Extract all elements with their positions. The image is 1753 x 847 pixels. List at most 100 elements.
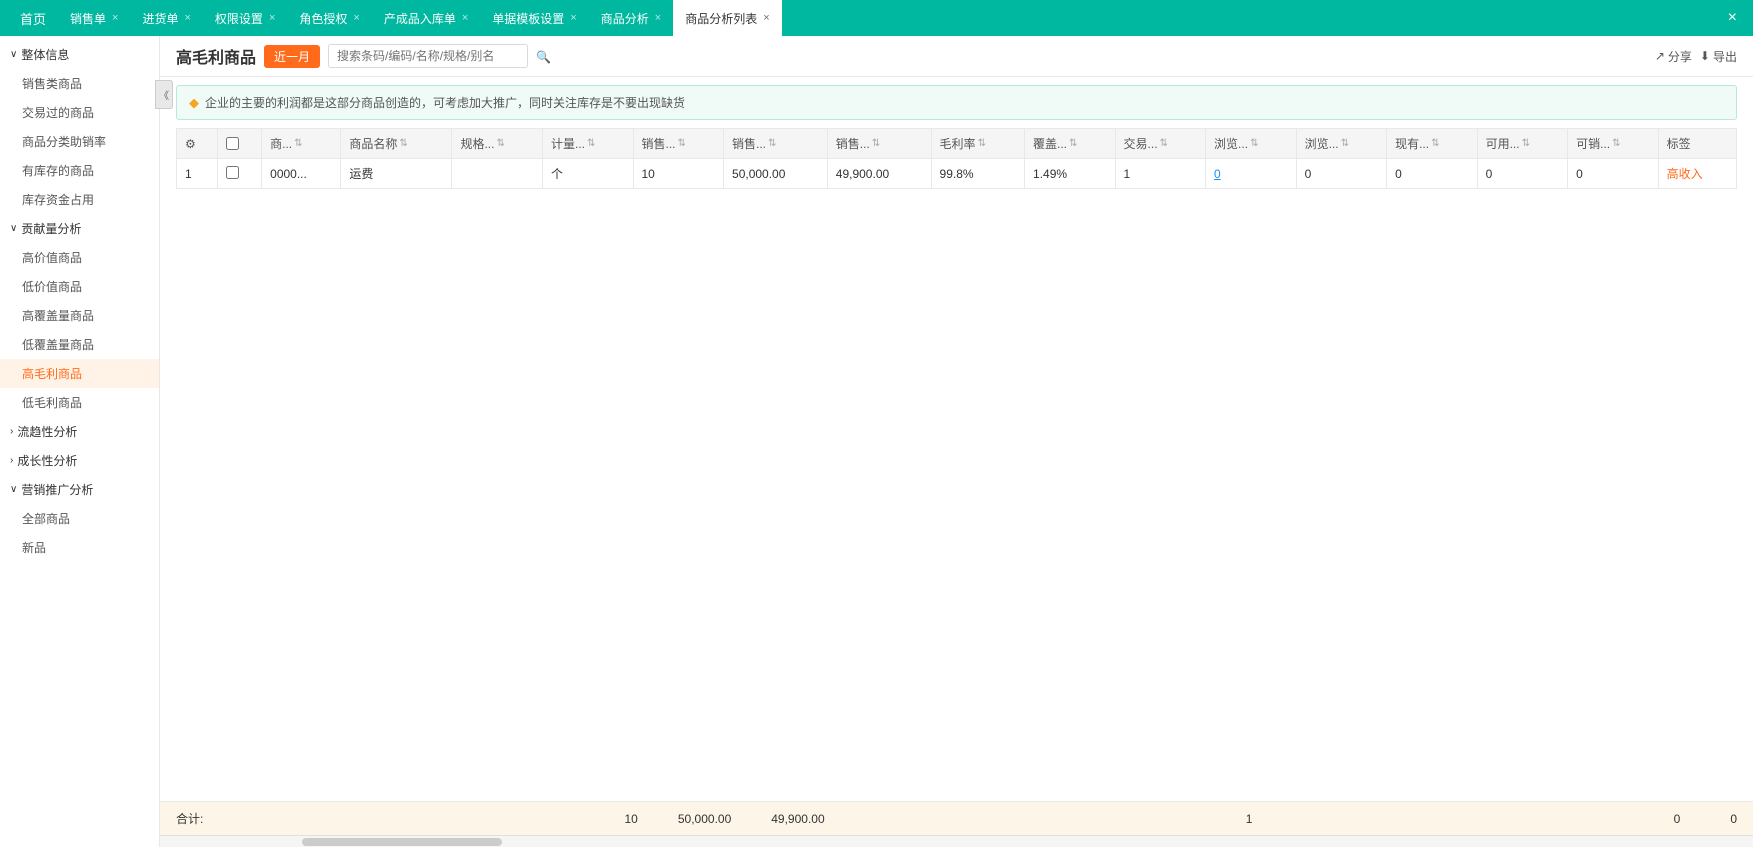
col-header-coverage[interactable]: 覆盖... ⇅ [1025, 129, 1116, 159]
gear-icon: ⚙ [185, 137, 196, 151]
close-sales-order[interactable]: × [112, 12, 118, 24]
sort-icon-sale-stock[interactable]: ⇅ [1612, 138, 1620, 149]
nav-home[interactable]: 首页 [8, 0, 58, 36]
search-input[interactable] [328, 44, 528, 68]
summary-sale-amt: 50,000.00 [678, 812, 731, 826]
sort-icon-code[interactable]: ⇅ [294, 138, 302, 149]
nav-role-auth[interactable]: 角色授权 × [287, 0, 371, 36]
view1-link[interactable]: 0 [1214, 167, 1221, 181]
col-header-checkbox[interactable] [217, 129, 261, 159]
close-purchase-order[interactable]: × [184, 12, 190, 24]
summary-trade-count: 1 [1246, 812, 1253, 826]
export-icon: ⬇ [1700, 49, 1710, 63]
close-all-tabs[interactable]: × [1720, 9, 1745, 27]
sort-icon-current-stock[interactable]: ⇅ [1431, 138, 1439, 149]
sidebar-item-sales-goods[interactable]: 销售类商品 [0, 69, 159, 98]
close-product-inbound[interactable]: × [462, 12, 468, 24]
close-product-analysis-list[interactable]: × [763, 12, 769, 24]
nav-product-analysis-list[interactable]: 商品分析列表 × [673, 0, 781, 36]
sidebar-item-low-value[interactable]: 低价值商品 [0, 272, 159, 301]
row-checkbox[interactable] [226, 166, 239, 179]
col-header-code[interactable]: 商... ⇅ [262, 129, 341, 159]
col-header-gear[interactable]: ⚙ [177, 129, 218, 159]
close-product-analysis[interactable]: × [655, 12, 661, 24]
sort-icon-sale-qty[interactable]: ⇅ [678, 138, 686, 149]
col-header-trade-count[interactable]: 交易... ⇅ [1115, 129, 1206, 159]
sort-icon-unit[interactable]: ⇅ [587, 138, 595, 149]
col-header-name[interactable]: 商品名称 ⇅ [341, 129, 452, 159]
col-header-spec[interactable]: 规格... ⇅ [452, 129, 543, 159]
sort-icon-sale-amt[interactable]: ⇅ [768, 138, 776, 149]
search-button[interactable]: 🔍 [536, 48, 551, 64]
share-button[interactable]: ↗ 分享 [1655, 48, 1692, 65]
sidebar-section-overview[interactable]: ∨ 整体信息 [0, 40, 159, 69]
sidebar-item-all-goods[interactable]: 全部商品 [0, 504, 159, 533]
search-icon: 🔍 [536, 50, 551, 64]
sort-icon-avail-stock[interactable]: ⇅ [1522, 138, 1530, 149]
horizontal-scrollbar[interactable] [160, 835, 1753, 847]
nav-voucher-template[interactable]: 单据模板设置 × [480, 0, 588, 36]
col-header-view2[interactable]: 浏览... ⇅ [1296, 129, 1387, 159]
nav-product-inbound[interactable]: 产成品入库单 × [372, 0, 480, 36]
close-voucher-template[interactable]: × [570, 12, 576, 24]
scrollbar-thumb[interactable] [302, 838, 502, 846]
cell-sale-stock: 0 [1568, 159, 1659, 189]
sidebar-item-high-value[interactable]: 高价值商品 [0, 243, 159, 272]
cell-coverage: 1.49% [1025, 159, 1116, 189]
sort-icon-gross-margin[interactable]: ⇅ [978, 138, 986, 149]
sidebar-item-traded-goods[interactable]: 交易过的商品 [0, 98, 159, 127]
table-container[interactable]: ⚙ 商... ⇅ [160, 128, 1753, 801]
sort-icon-sale-profit[interactable]: ⇅ [872, 138, 880, 149]
sort-icon-view2[interactable]: ⇅ [1341, 138, 1349, 149]
page-title: 高毛利商品 [176, 44, 256, 68]
close-role-auth[interactable]: × [353, 12, 359, 24]
col-header-gross-margin[interactable]: 毛利率 ⇅ [931, 129, 1024, 159]
sort-icon-trade[interactable]: ⇅ [1160, 138, 1168, 149]
arrow-down-icon-2: ∨ [10, 223, 17, 234]
col-header-sale-qty[interactable]: 销售... ⇅ [633, 129, 724, 159]
sidebar-item-high-coverage[interactable]: 高覆盖量商品 [0, 301, 159, 330]
sort-icon-coverage[interactable]: ⇅ [1069, 138, 1077, 149]
nav-permission-settings[interactable]: 权限设置 × [203, 0, 287, 36]
col-header-sale-stock[interactable]: 可销... ⇅ [1568, 129, 1659, 159]
cell-tag: 高收入 [1658, 159, 1736, 189]
cell-current-stock: 0 [1387, 159, 1478, 189]
close-permission-settings[interactable]: × [269, 12, 275, 24]
nav-sales-order[interactable]: 销售单 × [58, 0, 130, 36]
sidebar-item-new-goods[interactable]: 新品 [0, 533, 159, 562]
col-header-view1[interactable]: 浏览... ⇅ [1206, 129, 1297, 159]
sidebar-section-marketing[interactable]: ∨ 营销推广分析 [0, 475, 159, 504]
export-button[interactable]: ⬇ 导出 [1700, 48, 1737, 65]
cell-checkbox[interactable] [217, 159, 261, 189]
sidebar-section-trend[interactable]: › 流趋性分析 [0, 417, 159, 446]
select-all-checkbox[interactable] [226, 137, 239, 150]
sidebar-item-category-rate[interactable]: 商品分类助销率 [0, 127, 159, 156]
summary-bar: 合计: 10 50,000.00 49,900.00 1 0 0 [160, 801, 1753, 835]
sort-icon-view1[interactable]: ⇅ [1250, 138, 1258, 149]
sidebar-item-low-coverage[interactable]: 低覆盖量商品 [0, 330, 159, 359]
sidebar-item-low-margin[interactable]: 低毛利商品 [0, 388, 159, 417]
sidebar-section-contribution[interactable]: ∨ 贡献量分析 [0, 214, 159, 243]
sidebar-item-stock-goods[interactable]: 有库存的商品 [0, 156, 159, 185]
col-header-sale-amt[interactable]: 销售... ⇅ [724, 129, 828, 159]
col-header-unit[interactable]: 计量... ⇅ [542, 129, 633, 159]
nav-purchase-order[interactable]: 进货单 × [130, 0, 202, 36]
sort-icon-name[interactable]: ⇅ [399, 138, 407, 149]
nav-product-analysis[interactable]: 商品分析 × [589, 0, 673, 36]
sidebar-item-high-margin[interactable]: 高毛利商品 [0, 359, 159, 388]
sidebar-section-growth[interactable]: › 成长性分析 [0, 446, 159, 475]
cell-view1[interactable]: 0 [1206, 159, 1297, 189]
summary-current-stock: 0 [1674, 812, 1681, 826]
col-header-current-stock[interactable]: 现有... ⇅ [1387, 129, 1478, 159]
cell-avail-stock: 0 [1477, 159, 1568, 189]
sidebar-collapse-button[interactable]: 《 [155, 80, 173, 109]
share-icon: ↗ [1655, 49, 1665, 63]
sort-icon-spec[interactable]: ⇅ [496, 138, 504, 149]
filter-recent-month-button[interactable]: 近一月 [264, 45, 320, 68]
sidebar-item-stock-capital[interactable]: 库存资金占用 [0, 185, 159, 214]
cell-index: 1 [177, 159, 218, 189]
col-header-sale-profit[interactable]: 销售... ⇅ [827, 129, 931, 159]
summary-avail-stock: 0 [1730, 812, 1737, 826]
cell-gross-margin: 99.8% [931, 159, 1024, 189]
col-header-avail-stock[interactable]: 可用... ⇅ [1477, 129, 1568, 159]
